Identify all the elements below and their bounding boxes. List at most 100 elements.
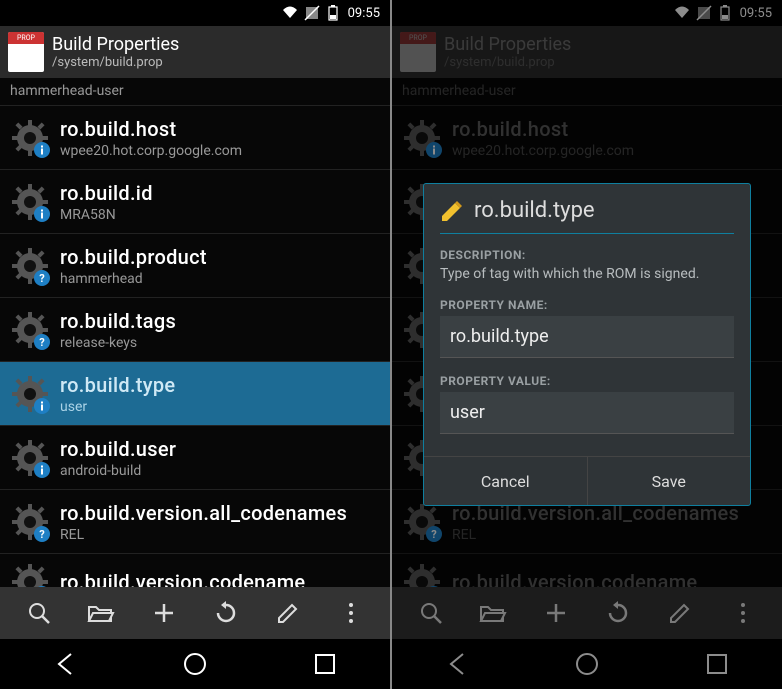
more-icon — [347, 601, 355, 625]
gear-icon — [10, 310, 50, 350]
back-icon — [445, 650, 469, 678]
property-value: REL — [60, 527, 347, 543]
search-button[interactable] — [411, 593, 451, 633]
property-name: ro.build.user — [60, 437, 176, 461]
home-icon — [181, 650, 209, 678]
gear-icon — [10, 374, 50, 414]
gear-icon — [402, 502, 442, 542]
back-icon — [53, 650, 77, 678]
app-bar: Build Properties /system/build.prop — [392, 26, 782, 78]
property-value: wpee20.hot.corp.google.com — [452, 143, 634, 159]
pencil-icon — [440, 199, 464, 223]
open-folder-button[interactable] — [473, 593, 513, 633]
search-icon — [419, 601, 443, 625]
dialog-title: ro.build.type — [474, 198, 595, 223]
property-row[interactable]: ro.build.version.codename — [0, 554, 390, 587]
no-sim-icon — [696, 5, 712, 21]
more-button[interactable] — [331, 593, 371, 633]
property-row[interactable]: ro.build.id MRA58N — [0, 170, 390, 234]
wifi-icon — [282, 5, 298, 21]
pencil-icon — [276, 601, 300, 625]
property-name: ro.build.host — [60, 117, 242, 141]
property-row[interactable]: hammerhead-user — [0, 78, 390, 106]
add-button[interactable] — [536, 593, 576, 633]
property-value: hammerhead-user — [10, 83, 124, 99]
property-row[interactable]: ro.build.host wpee20.hot.corp.google.com — [392, 106, 782, 170]
property-value: MRA58N — [60, 207, 153, 223]
open-folder-button[interactable] — [81, 593, 121, 633]
gear-icon — [10, 562, 50, 587]
plus-icon — [544, 601, 568, 625]
refresh-button[interactable] — [206, 593, 246, 633]
property-value: REL — [452, 527, 739, 543]
page-title: Build Properties — [52, 34, 179, 55]
nav-bar — [392, 639, 782, 689]
page-title: Build Properties — [444, 34, 571, 55]
folder-icon — [479, 601, 507, 625]
property-row[interactable]: ro.build.user android-build — [0, 426, 390, 490]
recent-icon — [311, 650, 339, 678]
battery-icon — [326, 5, 342, 21]
property-row[interactable]: hammerhead-user — [392, 78, 782, 106]
property-row[interactable]: ro.build.host wpee20.hot.corp.google.com — [0, 106, 390, 170]
nav-recent[interactable] — [300, 646, 350, 682]
nav-bar — [0, 639, 390, 689]
wifi-icon — [674, 5, 690, 21]
app-icon — [400, 32, 436, 72]
gear-icon — [402, 562, 442, 587]
cancel-button[interactable]: Cancel — [424, 457, 587, 505]
status-time: 09:55 — [348, 6, 380, 21]
status-time: 09:55 — [740, 6, 772, 21]
property-list[interactable]: hammerhead-user ro.build.host wpee20.hot.c… — [0, 78, 390, 587]
property-name-label: PROPERTY NAME: — [440, 298, 734, 312]
property-name: ro.build.tags — [60, 309, 176, 333]
nav-home[interactable] — [170, 646, 220, 682]
recent-icon — [703, 650, 731, 678]
property-name: ro.build.product — [60, 245, 207, 269]
nav-back[interactable] — [432, 646, 482, 682]
description-label: DESCRIPTION: — [440, 248, 734, 262]
property-value: release-keys — [60, 335, 176, 351]
description-text: Type of tag with which the ROM is signed… — [440, 266, 734, 282]
property-value: hammerhead — [60, 271, 207, 287]
property-name: ro.build.version.all_codenames — [60, 501, 347, 525]
gear-icon — [10, 182, 50, 222]
nav-back[interactable] — [40, 646, 90, 682]
property-name: ro.build.host — [452, 117, 634, 141]
property-value: hammerhead-user — [402, 83, 516, 99]
plus-icon — [152, 601, 176, 625]
property-name: ro.build.version.codename — [452, 570, 697, 587]
edit-button[interactable] — [268, 593, 308, 633]
add-button[interactable] — [144, 593, 184, 633]
bottom-toolbar — [0, 587, 390, 639]
edit-property-dialog: ro.build.type DESCRIPTION: Type of tag w… — [423, 183, 751, 506]
more-button[interactable] — [723, 593, 763, 633]
property-value: wpee20.hot.corp.google.com — [60, 143, 242, 159]
property-row[interactable]: ro.build.version.codename — [392, 554, 782, 587]
edit-button[interactable] — [660, 593, 700, 633]
property-row[interactable]: ro.build.version.all_codenames REL — [0, 490, 390, 554]
search-button[interactable] — [19, 593, 59, 633]
app-bar: Build Properties /system/build.prop — [0, 26, 390, 78]
bottom-toolbar — [392, 587, 782, 639]
gear-icon — [10, 438, 50, 478]
property-row[interactable]: ro.build.tags release-keys — [0, 298, 390, 362]
pencil-icon — [668, 601, 692, 625]
property-value: user — [60, 399, 175, 415]
property-row[interactable]: ro.build.product hammerhead — [0, 234, 390, 298]
property-row[interactable]: ro.build.type user — [0, 362, 390, 426]
property-name-input[interactable] — [440, 316, 734, 358]
property-value-label: PROPERTY VALUE: — [440, 374, 734, 388]
app-icon — [8, 32, 44, 72]
nav-home[interactable] — [562, 646, 612, 682]
property-name: ro.build.type — [60, 373, 175, 397]
refresh-icon — [214, 601, 238, 625]
property-value-input[interactable] — [440, 392, 734, 434]
refresh-button[interactable] — [598, 593, 638, 633]
property-name: ro.build.id — [60, 181, 153, 205]
nav-recent[interactable] — [692, 646, 742, 682]
battery-icon — [718, 5, 734, 21]
folder-icon — [87, 601, 115, 625]
save-button[interactable]: Save — [587, 457, 751, 505]
property-value: android-build — [60, 463, 176, 479]
